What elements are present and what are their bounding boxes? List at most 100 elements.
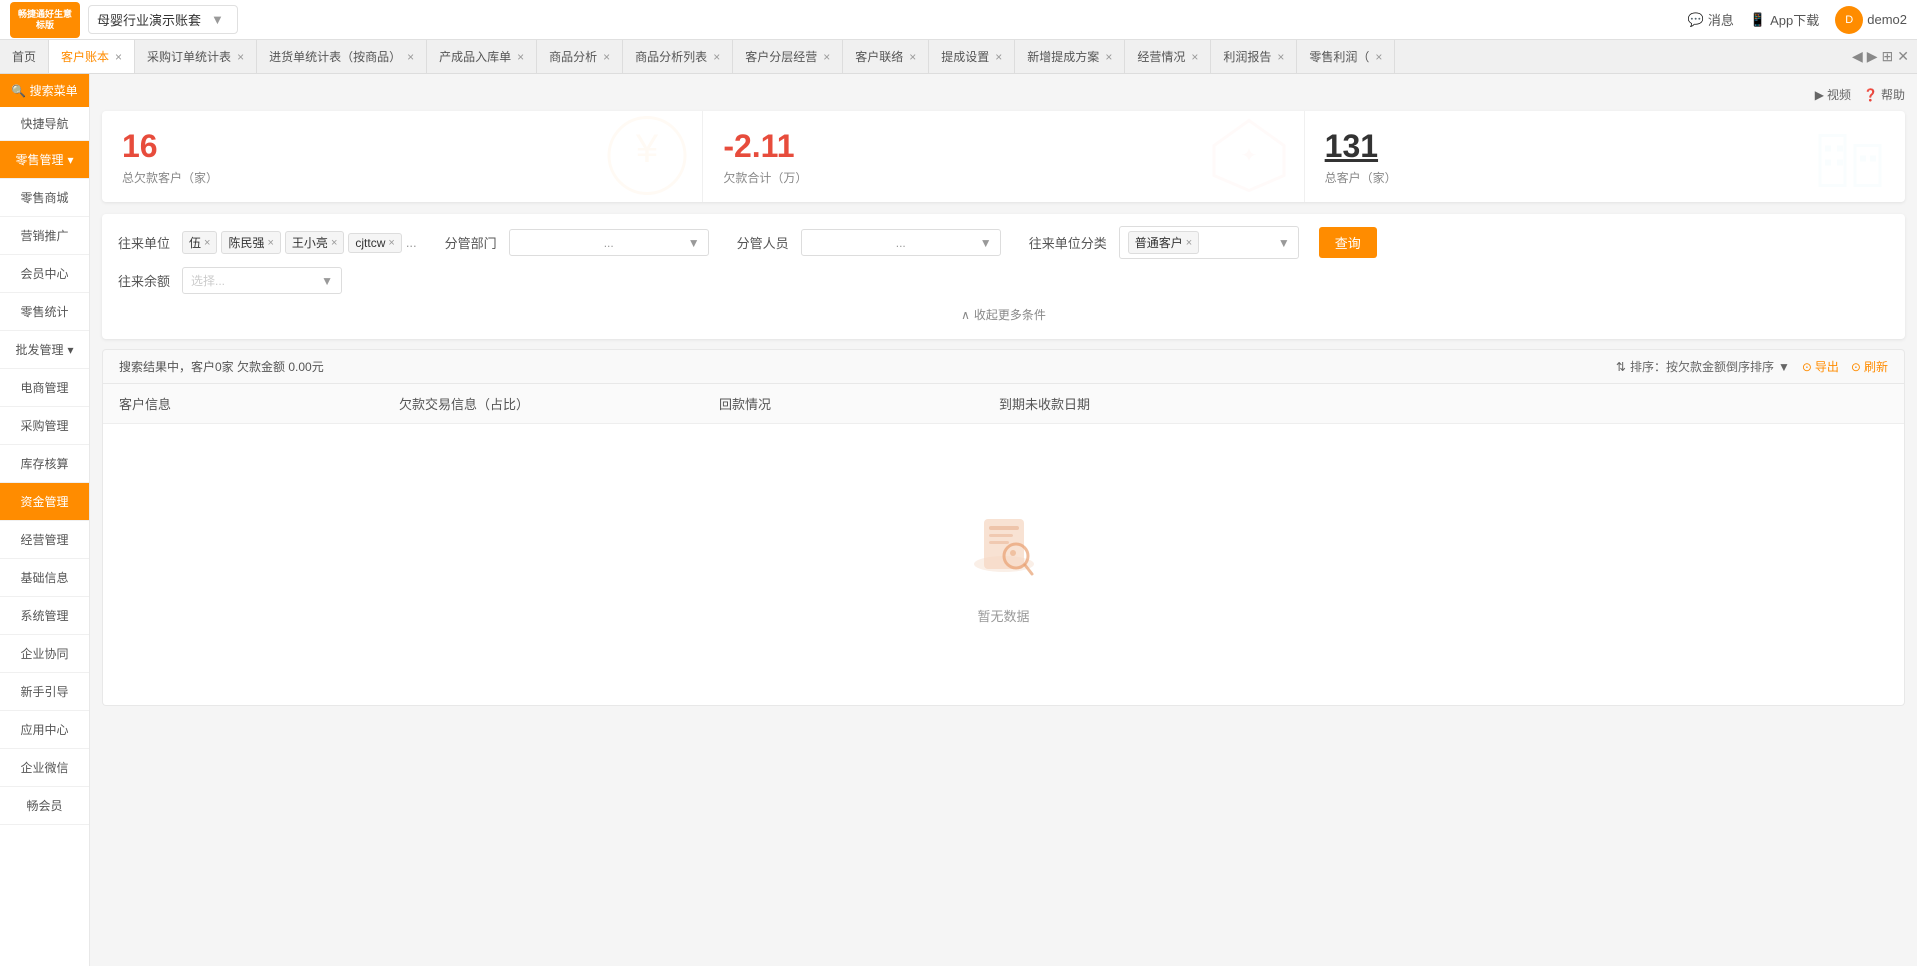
- tab-purchase-stats[interactable]: 进货单统计表（按商品） ×: [257, 40, 427, 74]
- tab-next-btn[interactable]: ▶: [1867, 48, 1878, 65]
- tab-customer-tier-close[interactable]: ×: [823, 50, 830, 64]
- balance-select[interactable]: 选择... ▼: [182, 267, 342, 294]
- sidebar-item-ecommerce[interactable]: 电商管理: [0, 369, 89, 407]
- sidebar-item-business-mgmt[interactable]: 经营管理: [0, 521, 89, 559]
- filter-tag-wu-close[interactable]: ×: [204, 237, 210, 249]
- tab-raise-settings-close[interactable]: ×: [995, 50, 1002, 64]
- refresh-button[interactable]: ⊙ 刷新: [1851, 358, 1888, 375]
- sidebar-item-finance-mgmt[interactable]: 资金管理: [0, 483, 89, 521]
- sidebar-item-marketing[interactable]: 营销推广: [0, 217, 89, 255]
- store-dropdown-icon: ▼: [211, 12, 224, 27]
- sidebar-item-inventory[interactable]: 库存核算: [0, 445, 89, 483]
- tab-product-storage[interactable]: 产成品入库单 ×: [427, 40, 537, 74]
- sidebar-shortcut[interactable]: 快捷导航: [0, 107, 89, 141]
- filter-tag-wu[interactable]: 伍 ×: [182, 231, 217, 254]
- sidebar-item-enterprise-collab[interactable]: 企业协同: [0, 635, 89, 673]
- tab-product-analysis-list-close[interactable]: ×: [713, 50, 720, 64]
- sidebar-retail-stats-label: 零售统计: [20, 303, 68, 320]
- tab-expand-btn[interactable]: ⊞: [1882, 48, 1894, 65]
- col-overdue-date: 到期未收款日期: [999, 394, 1888, 413]
- tab-business-status-close[interactable]: ×: [1191, 50, 1198, 64]
- person-select[interactable]: ... ▼: [801, 229, 1001, 256]
- filter-tag-chen-close[interactable]: ×: [267, 237, 273, 249]
- person-filter-label: 分管人员: [737, 233, 789, 252]
- tab-purchase-stats-close[interactable]: ×: [407, 50, 414, 64]
- empty-label: 暂无数据: [977, 606, 1029, 625]
- export-button[interactable]: ⊙ 导出: [1802, 358, 1839, 375]
- person-more-btn[interactable]: ...: [896, 236, 906, 250]
- coin-bg-icon: ¥: [607, 115, 687, 198]
- sidebar-item-member-center[interactable]: 会员中心: [0, 255, 89, 293]
- total-customers-value: 16: [122, 127, 682, 165]
- filter-collapse-btn[interactable]: ∧ 收起更多条件: [118, 302, 1889, 327]
- message-nav-item[interactable]: 💬 消息: [1688, 10, 1734, 29]
- sidebar-item-purchase-mgmt[interactable]: 采购管理: [0, 407, 89, 445]
- filter-tag-cjttcw[interactable]: cjttcw ×: [348, 233, 401, 253]
- tab-prev-btn[interactable]: ◀: [1852, 48, 1863, 65]
- tab-product-analysis-close[interactable]: ×: [603, 50, 610, 64]
- app-download-nav-item[interactable]: 📱 App下载: [1750, 10, 1819, 29]
- dept-select[interactable]: ... ▼: [509, 229, 709, 256]
- tab-customers-close[interactable]: ×: [115, 50, 122, 64]
- filter-tag-chen[interactable]: 陈民强 ×: [221, 231, 280, 254]
- main-layout: 🔍 搜索菜单 快捷导航 零售管理 ▾ 零售商城 营销推广 会员中心 零售统计 批…: [0, 74, 1917, 966]
- dept-more-btn[interactable]: ...: [604, 236, 614, 250]
- stat-card-total-customers2: 131 总客户（家）: [1305, 111, 1905, 202]
- sidebar-item-retail-mgmt[interactable]: 零售管理 ▾: [0, 141, 89, 179]
- total-customers2-value[interactable]: 131: [1325, 127, 1885, 165]
- tab-customer-tier[interactable]: 客户分层经营 ×: [733, 40, 843, 74]
- brand-sub: 标版: [18, 20, 72, 31]
- store-selector[interactable]: 母婴行业演示账套 ▼: [88, 5, 238, 34]
- sidebar-item-wholesale-mgmt[interactable]: 批发管理 ▾: [0, 331, 89, 369]
- tab-profit-report[interactable]: 利润报告 ×: [1211, 40, 1297, 74]
- tab-customer-contact-close[interactable]: ×: [909, 50, 916, 64]
- sidebar-item-retail-stats[interactable]: 零售统计: [0, 293, 89, 331]
- sort-label: 排序：按欠款金额倒序排序: [1630, 358, 1774, 375]
- sidebar-item-member-vip[interactable]: 畅会员: [0, 787, 89, 825]
- video-link[interactable]: ▶ 视频: [1815, 86, 1851, 103]
- filter-tag-wang[interactable]: 王小亮 ×: [285, 231, 344, 254]
- sort-button[interactable]: ⇅ 排序：按欠款金额倒序排序 ▼: [1616, 358, 1790, 375]
- tab-new-raise-plan-close[interactable]: ×: [1105, 50, 1112, 64]
- filter-tag-cjttcw-text: cjttcw: [355, 236, 385, 250]
- sidebar-item-basic-info[interactable]: 基础信息: [0, 559, 89, 597]
- tab-purchase-orders[interactable]: 采购订单统计表 ×: [135, 40, 257, 74]
- tab-new-raise-plan[interactable]: 新增提成方案 ×: [1015, 40, 1125, 74]
- tab-profit-report-close[interactable]: ×: [1277, 50, 1284, 64]
- tab-customers[interactable]: 客户账本 ×: [49, 40, 135, 74]
- message-label: 消息: [1708, 10, 1734, 29]
- sidebar-search[interactable]: 🔍 搜索菜单: [0, 74, 89, 107]
- user-profile[interactable]: D demo2: [1835, 6, 1907, 34]
- debt-bg-icon: ✦: [1209, 115, 1289, 198]
- sidebar-item-enterprise-wechat[interactable]: 企业微信: [0, 749, 89, 787]
- tab-product-analysis[interactable]: 商品分析 ×: [537, 40, 623, 74]
- tab-product-analysis-list[interactable]: 商品分析列表 ×: [623, 40, 733, 74]
- tab-retail-profit-close[interactable]: ×: [1375, 50, 1382, 64]
- category-tag[interactable]: 普通客户 ×: [1128, 231, 1199, 254]
- help-link[interactable]: ❓ 帮助: [1863, 86, 1905, 103]
- tab-bar: 首页 客户账本 × 采购订单统计表 × 进货单统计表（按商品） × 产成品入库单…: [0, 40, 1917, 74]
- tab-customer-contact[interactable]: 客户联络 ×: [843, 40, 929, 74]
- category-select[interactable]: 普通客户 × ▼: [1119, 226, 1299, 259]
- tab-home[interactable]: 首页: [0, 40, 49, 74]
- sidebar-item-retail-mall[interactable]: 零售商城: [0, 179, 89, 217]
- filter-tag-cjttcw-close[interactable]: ×: [388, 237, 394, 249]
- tab-close-all-btn[interactable]: ✕: [1897, 48, 1909, 65]
- tab-purchase-orders-close[interactable]: ×: [237, 50, 244, 64]
- balance-select-placeholder: 选择...: [191, 272, 225, 289]
- sidebar-item-new-guide[interactable]: 新手引导: [0, 673, 89, 711]
- tab-product-storage-close[interactable]: ×: [517, 50, 524, 64]
- export-label: 导出: [1815, 358, 1839, 375]
- sidebar-new-guide-label: 新手引导: [20, 683, 68, 700]
- sidebar-item-app-center[interactable]: 应用中心: [0, 711, 89, 749]
- tab-retail-profit[interactable]: 零售利润（ ×: [1297, 40, 1395, 74]
- tab-raise-settings[interactable]: 提成设置 ×: [929, 40, 1015, 74]
- filter-tags-more[interactable]: ...: [406, 235, 417, 250]
- play-icon: ▶: [1815, 88, 1824, 102]
- tab-business-status[interactable]: 经营情况 ×: [1125, 40, 1211, 74]
- filter-tag-wang-close[interactable]: ×: [331, 237, 337, 249]
- sidebar-item-system-mgmt[interactable]: 系统管理: [0, 597, 89, 635]
- category-tag-close[interactable]: ×: [1186, 237, 1192, 249]
- search-button[interactable]: 查询: [1319, 227, 1377, 258]
- filter-area: 往来单位 伍 × 陈民强 × 王小亮 × cjttcw: [102, 214, 1905, 339]
